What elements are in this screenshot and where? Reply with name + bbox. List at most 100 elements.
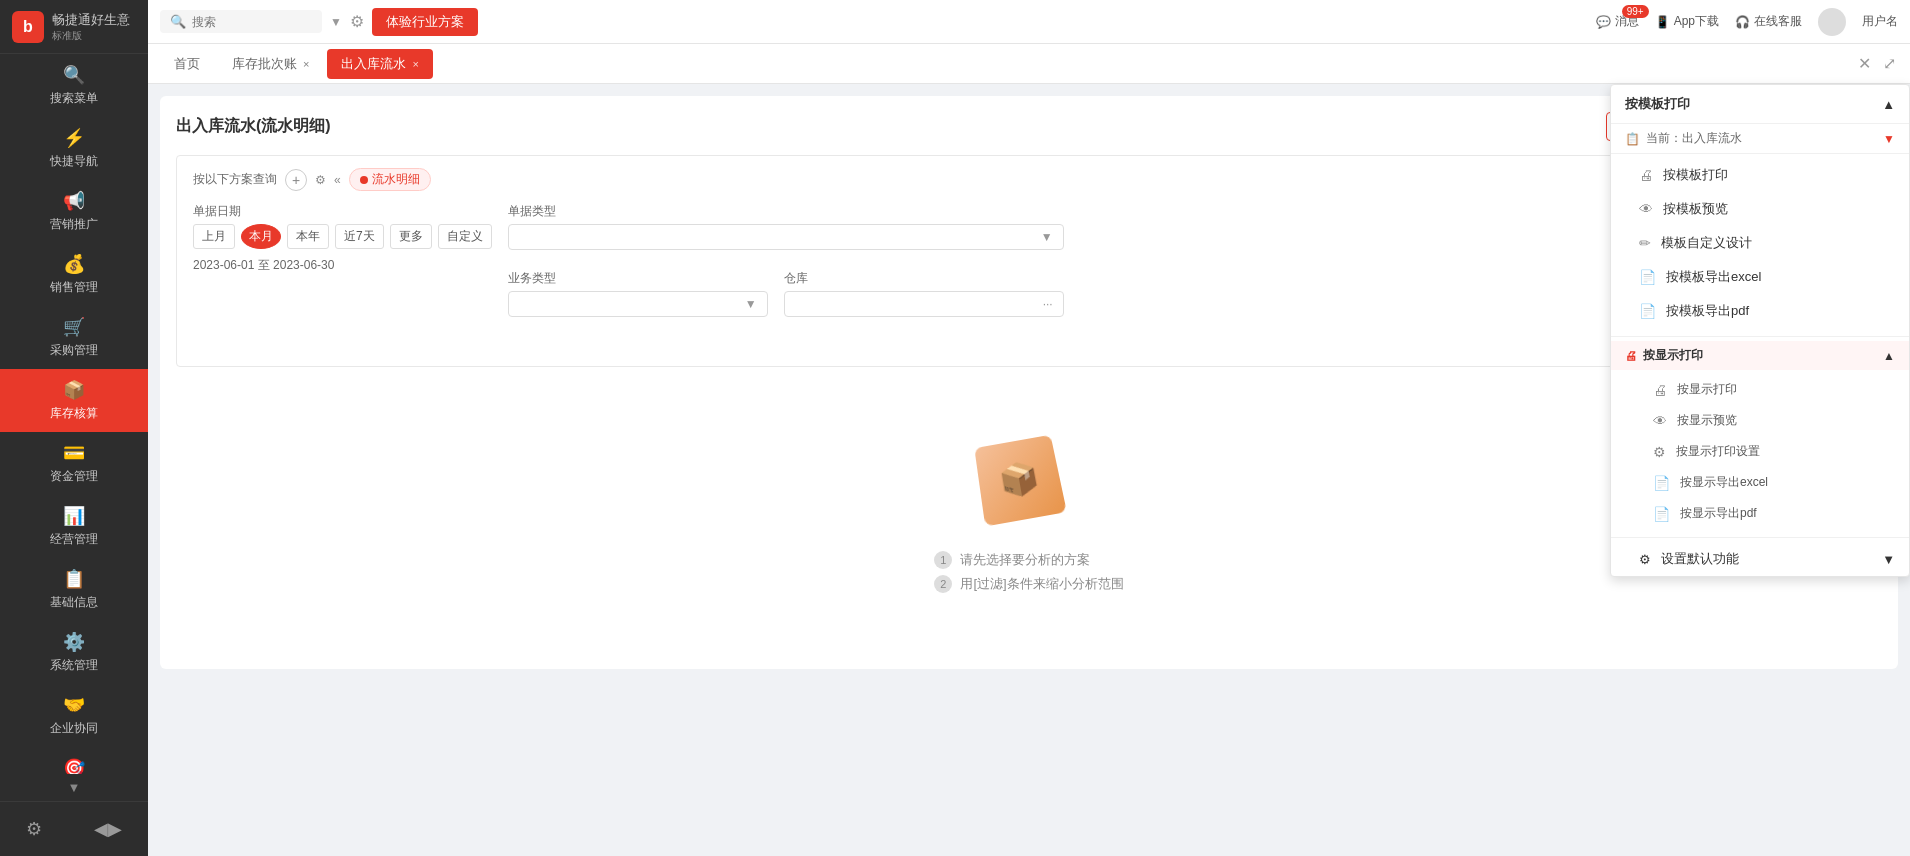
- date-btn-custom[interactable]: 自定义: [438, 224, 492, 249]
- app-download-item[interactable]: 📱 App下载: [1655, 13, 1719, 30]
- collapse-icon[interactable]: ◀▶: [86, 814, 130, 844]
- date-btn-last-month[interactable]: 上月: [193, 224, 235, 249]
- empty-steps: 1 请先选择要分析的方案 2 用[过滤]条件来缩小分析范围: [934, 551, 1123, 593]
- step-1-num: 1: [934, 551, 952, 569]
- header-search-box[interactable]: 🔍: [160, 10, 322, 33]
- warehouse-more-icon: ···: [1043, 297, 1053, 311]
- sidebar-item-inventory[interactable]: 📦 库存核算: [0, 369, 148, 432]
- service-item[interactable]: 🎧 在线客服: [1735, 13, 1802, 30]
- template-section: 🖨 按模板打印 👁 按模板预览 ✏ 模板自定义设计 📄 按模板导出excel 📄…: [1611, 154, 1909, 332]
- biz-type-dropdown-icon: ▼: [745, 297, 757, 311]
- date-btn-more[interactable]: 更多: [390, 224, 432, 249]
- sidebar-item-purchase[interactable]: 🛒 采购管理: [0, 306, 148, 369]
- dropdown-display-preview[interactable]: 👁 按显示预览: [1611, 405, 1909, 436]
- dropdown-display-print[interactable]: 🖨 按显示打印: [1611, 374, 1909, 405]
- biz-type-label: 业务类型: [508, 270, 768, 287]
- app-label: App下载: [1674, 13, 1719, 30]
- warehouse-group: 仓库 ···: [784, 270, 1064, 317]
- dropdown-template-custom[interactable]: ✏ 模板自定义设计: [1611, 226, 1909, 260]
- dropdown-divider: [1611, 336, 1909, 337]
- sidebar-item-finance[interactable]: 💳 资金管理: [0, 432, 148, 495]
- system-icon: ⚙️: [63, 631, 85, 653]
- display-settings-label: 按显示打印设置: [1676, 443, 1760, 460]
- sidebar-item-enterprise[interactable]: 🤝 企业协同: [0, 684, 148, 747]
- expand-window-icon[interactable]: ⤢: [1881, 52, 1898, 75]
- basic-icon: 📋: [63, 568, 85, 590]
- message-item[interactable]: 💬 消息 99+: [1596, 13, 1639, 30]
- template-pdf-icon: 📄: [1639, 303, 1656, 319]
- tabs-window-controls: ✕ ⤢: [1856, 52, 1898, 75]
- current-template-label: 当前：出入库流水: [1646, 130, 1742, 147]
- display-preview-label: 按显示预览: [1677, 412, 1737, 429]
- sidebar-item-sales[interactable]: 💰 销售管理: [0, 243, 148, 306]
- dropdown-display-settings[interactable]: ⚙ 按显示打印设置: [1611, 436, 1909, 467]
- settings-icon[interactable]: ⚙: [18, 814, 50, 844]
- dropdown-template-preview[interactable]: 👁 按模板预览: [1611, 192, 1909, 226]
- display-pdf-icon: 📄: [1653, 506, 1670, 522]
- date-range-display: 2023-06-01 至 2023-06-30: [193, 257, 492, 274]
- tab-batch[interactable]: 库存批次账 ×: [218, 49, 323, 79]
- sidebar-item-search[interactable]: 🔍 搜索菜单: [0, 54, 148, 117]
- template-print-label: 按模板打印: [1663, 166, 1728, 184]
- logo-text: 畅捷通好生意 标准版: [52, 11, 130, 43]
- sidebar-item-operation[interactable]: 📊 经营管理: [0, 495, 148, 558]
- industry-button[interactable]: 体验行业方案: [372, 8, 478, 36]
- date-btn-this-year[interactable]: 本年: [287, 224, 329, 249]
- username-label: 用户名: [1862, 13, 1898, 30]
- tab-flow-close[interactable]: ×: [412, 58, 418, 70]
- warehouse-select[interactable]: ···: [784, 291, 1064, 317]
- header-gear-icon[interactable]: ⚙: [350, 12, 364, 31]
- empty-box-icon: 📦: [974, 435, 1067, 527]
- display-section-title: 按显示打印: [1643, 347, 1703, 364]
- tab-batch-close[interactable]: ×: [303, 58, 309, 70]
- biz-type-select[interactable]: ▼: [508, 291, 768, 317]
- tabs-bar: 首页 库存批次账 × 出入库流水 × ✕ ⤢: [148, 44, 1910, 84]
- purchase-icon: 🛒: [63, 316, 85, 338]
- user-avatar[interactable]: [1818, 8, 1846, 36]
- voucher-type-select[interactable]: ▼: [508, 224, 1064, 250]
- guide-icon: 🎯: [63, 757, 85, 774]
- dropdown-template-export-excel[interactable]: 📄 按模板导出excel: [1611, 260, 1909, 294]
- search-input[interactable]: [192, 15, 312, 29]
- dropdown-set-default[interactable]: ⚙ 设置默认功能 ▼: [1611, 542, 1909, 576]
- filter-add-button[interactable]: +: [285, 169, 307, 191]
- sidebar-label-finance: 资金管理: [50, 468, 98, 485]
- dropdown-display-export-pdf[interactable]: 📄 按显示导出pdf: [1611, 498, 1909, 529]
- sidebar-label-inventory: 库存核算: [50, 405, 98, 422]
- sidebar-item-guide[interactable]: 🎯 新手引导: [0, 747, 148, 774]
- step-2-label: 用[过滤]条件来缩小分析范围: [960, 575, 1123, 593]
- header-dropdown-icon[interactable]: ▼: [330, 15, 342, 29]
- sidebar-item-shortcut[interactable]: ⚡ 快捷导航: [0, 117, 148, 180]
- filter-title: 按以下方案查询: [193, 171, 277, 188]
- shortcut-icon: ⚡: [63, 127, 85, 149]
- dropdown-template-export-pdf[interactable]: 📄 按模板导出pdf: [1611, 294, 1909, 328]
- sidebar-item-basic[interactable]: 📋 基础信息: [0, 558, 148, 621]
- sidebar-scroll-down[interactable]: ▼: [0, 774, 148, 801]
- filter-settings-icon[interactable]: ⚙: [315, 173, 326, 187]
- tab-home[interactable]: 首页: [160, 49, 214, 79]
- sidebar-label-system: 系统管理: [50, 657, 98, 674]
- tab-flow[interactable]: 出入库流水 ×: [327, 49, 432, 79]
- dropdown-display-export-excel[interactable]: 📄 按显示导出excel: [1611, 467, 1909, 498]
- sidebar-label-enterprise: 企业协同: [50, 720, 98, 737]
- header: 🔍 ▼ ⚙ 体验行业方案 💬 消息 99+ 📱 App下载 🎧 在线客服 用户名: [148, 0, 1910, 44]
- date-buttons-row: 上月 本月 本年 近7天 更多 自定义: [193, 224, 492, 249]
- sidebar-item-system[interactable]: ⚙️ 系统管理: [0, 621, 148, 684]
- display-section-header[interactable]: 🖨 按显示打印 ▲: [1611, 341, 1909, 370]
- finance-icon: 💳: [63, 442, 85, 464]
- date-btn-this-month[interactable]: 本月: [241, 224, 281, 249]
- enterprise-icon: 🤝: [63, 694, 85, 716]
- date-btn-7-days[interactable]: 近7天: [335, 224, 384, 249]
- filter-active-tag[interactable]: 流水明细: [349, 168, 431, 191]
- filter-collapse-left-icon[interactable]: «: [334, 173, 341, 187]
- date-filter-label: 单据日期: [193, 203, 492, 220]
- logo-icon: b: [12, 11, 44, 43]
- dropdown-header[interactable]: 按模板打印 ▲: [1611, 85, 1909, 124]
- default-arrow: ▼: [1882, 552, 1895, 567]
- sidebar-item-marketing[interactable]: 📢 营销推广: [0, 180, 148, 243]
- close-window-icon[interactable]: ✕: [1856, 52, 1873, 75]
- dropdown-template-print[interactable]: 🖨 按模板打印: [1611, 158, 1909, 192]
- sidebar-label-purchase: 采购管理: [50, 342, 98, 359]
- operation-icon: 📊: [63, 505, 85, 527]
- display-preview-icon: 👁: [1653, 413, 1667, 429]
